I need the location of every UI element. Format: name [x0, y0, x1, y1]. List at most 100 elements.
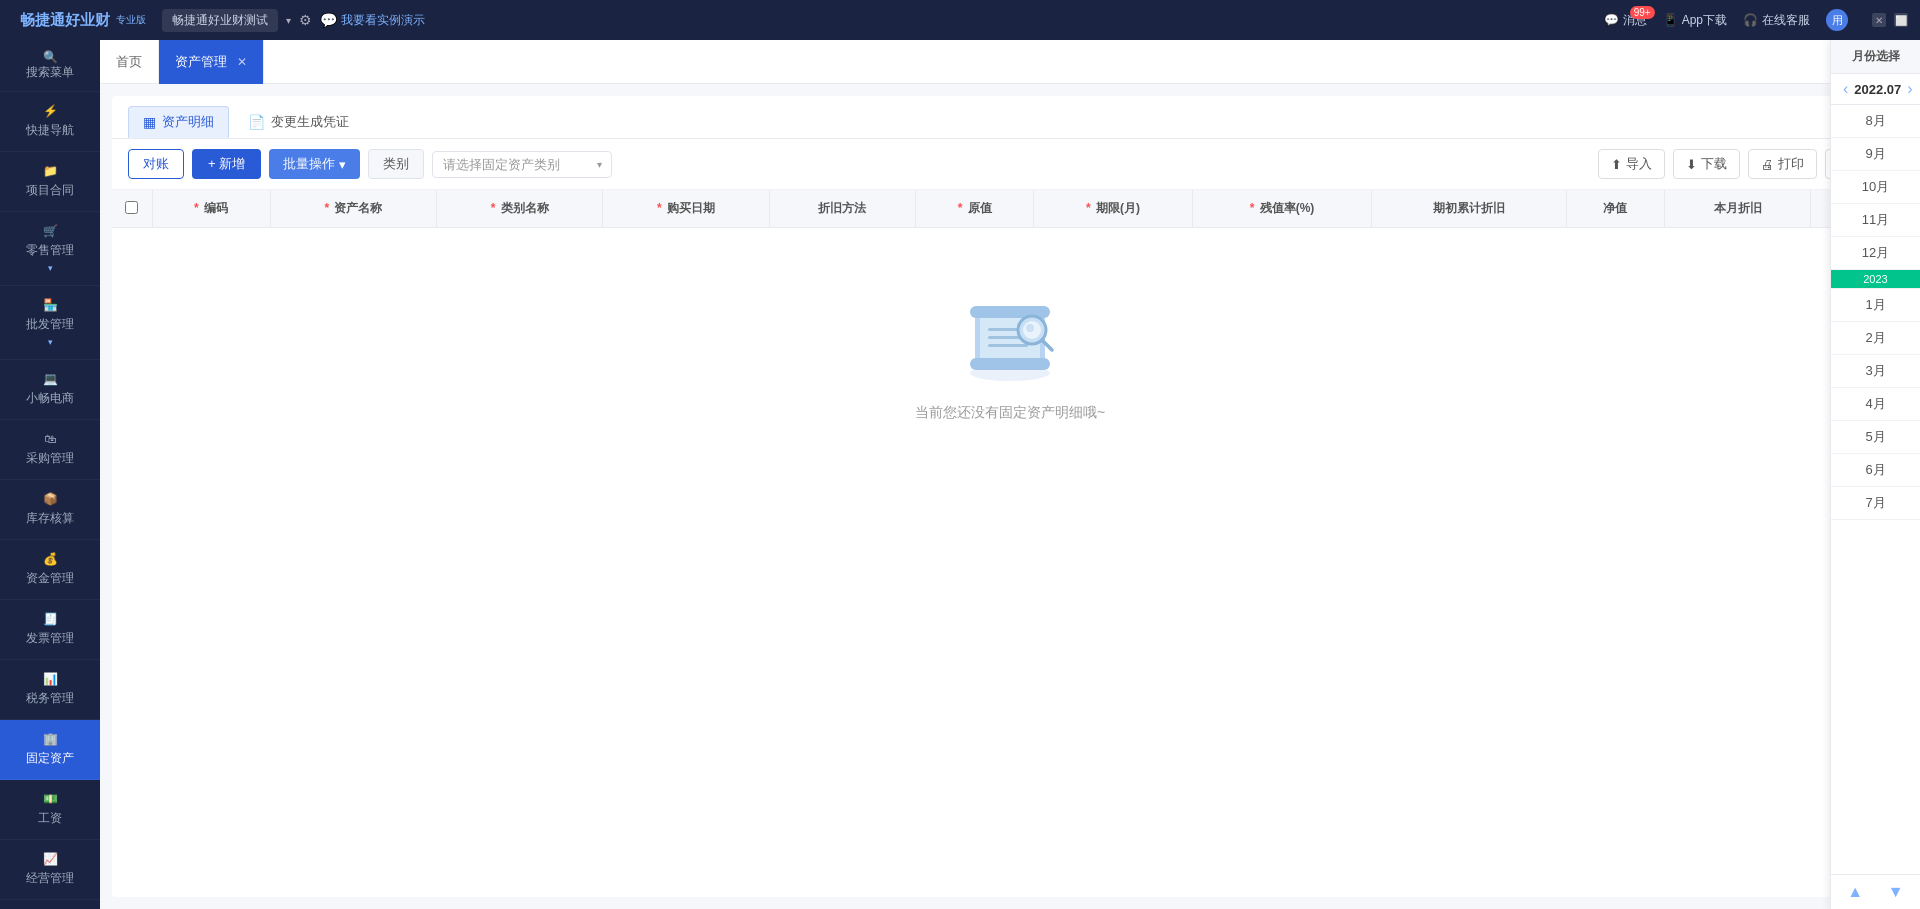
month-item-5[interactable]: 5月 [1831, 421, 1920, 454]
sidebar-item-purchase[interactable]: 🛍 采购管理 [0, 420, 100, 480]
print-button[interactable]: 🖨 打印 [1748, 149, 1817, 179]
sidebar-item-tax[interactable]: 📊 税务管理 [0, 660, 100, 720]
fund-icon: 💰 [43, 552, 58, 566]
col-name: * 资产名称 [270, 190, 436, 228]
sidebar-item-invoice[interactable]: 🧾 发票管理 [0, 600, 100, 660]
maximize-window-button[interactable]: ⬜ [1894, 13, 1908, 27]
window-controls: ✕ ⬜ [1872, 13, 1908, 27]
invoice-icon: 🧾 [43, 612, 58, 626]
tax-icon: 📊 [43, 672, 58, 686]
month-item-1[interactable]: 1月 [1831, 289, 1920, 322]
table-container: * 编码 * 资产名称 * 类别名称 [112, 190, 1908, 897]
reconcile-button[interactable]: 对账 [128, 149, 184, 179]
month-item-8[interactable]: 8月 [1831, 105, 1920, 138]
top-bar-right: 💬 消息 99+ 📱 App下载 🎧 在线客服 用 ✕ ⬜ [1604, 9, 1908, 31]
company-dropdown-arrow[interactable]: ▾ [286, 15, 291, 26]
settings-icon[interactable]: ⚙ [299, 12, 312, 28]
month-item-10[interactable]: 10月 [1831, 171, 1920, 204]
svg-rect-4 [970, 358, 1050, 370]
month-picker-list: 8月 9月 10月 11月 12月 2023 1月 2月 3月 4月 5月 6月… [1831, 105, 1920, 874]
import-button[interactable]: ⬆ 导入 [1598, 149, 1665, 179]
col-depreciation-method: 折旧方法 [769, 190, 915, 228]
add-button[interactable]: + 新增 [192, 149, 261, 179]
search-icon: 🔍 [43, 50, 58, 64]
operations-icon: 📈 [43, 852, 58, 866]
month-picker-header: 月份选择 [1831, 40, 1920, 74]
col-period: * 期限(月) [1034, 190, 1192, 228]
prev-year-arrow[interactable]: ‹ [1837, 78, 1854, 100]
month-item-4[interactable]: 4月 [1831, 388, 1920, 421]
col-checkbox [112, 190, 152, 228]
select-all-checkbox[interactable] [125, 201, 138, 214]
download-icon: ⬇ [1686, 157, 1697, 172]
message-button[interactable]: 💬 消息 99+ [1604, 12, 1647, 29]
sidebar-search-label: 搜索菜单 [8, 64, 92, 81]
scroll-down-arrow[interactable]: ▼ [1882, 881, 1910, 903]
sidebar-item-retail[interactable]: 🛒 零售管理 ▾ [0, 212, 100, 286]
assets-table: * 编码 * 资产名称 * 类别名称 [112, 190, 1908, 228]
sidebar-item-label: 税务管理 [26, 690, 74, 707]
tab-assets[interactable]: 资产管理 ✕ [159, 40, 264, 84]
project-icon: 📁 [43, 164, 58, 178]
sidebar-item-label: 工资 [38, 810, 62, 827]
month-item-11[interactable]: 11月 [1831, 204, 1920, 237]
tab-home[interactable]: 首页 [100, 40, 159, 84]
sidebar-item-quick-nav[interactable]: ⚡ 快捷导航 [0, 92, 100, 152]
sidebar-item-operations[interactable]: 📈 经营管理 [0, 840, 100, 900]
category-label: 类别 [368, 149, 424, 179]
sub-tab-voucher[interactable]: 📄 变更生成凭证 [233, 106, 364, 138]
sidebar-item-label: 发票管理 [26, 630, 74, 647]
app-download-button[interactable]: 📱 App下载 [1663, 12, 1727, 29]
month-item-9[interactable]: 9月 [1831, 138, 1920, 171]
sidebar-item-label: 项目合同 [26, 182, 74, 199]
col-accumulated-depreciation: 期初累计折旧 [1372, 190, 1566, 228]
quick-nav-icon: ⚡ [43, 104, 58, 118]
demo-link[interactable]: 💬 我要看实例演示 [320, 12, 425, 29]
sidebar-item-ecommerce[interactable]: 💻 小畅电商 [0, 360, 100, 420]
year-2023-badge: 2023 [1831, 270, 1920, 289]
sidebar-item-payroll[interactable]: 💵 工资 [0, 780, 100, 840]
table-header-row: * 编码 * 资产名称 * 类别名称 [112, 190, 1908, 228]
month-item-3[interactable]: 3月 [1831, 355, 1920, 388]
detail-tab-icon: ▦ [143, 114, 156, 130]
sidebar-item-label: 采购管理 [26, 450, 74, 467]
batch-operation-button[interactable]: 批量操作 ▾ [269, 149, 360, 179]
sidebar-item-fund[interactable]: 💰 资金管理 [0, 540, 100, 600]
voucher-tab-icon: 📄 [248, 114, 265, 130]
sidebar-item-label: 小畅电商 [26, 390, 74, 407]
month-item-7[interactable]: 7月 [1831, 487, 1920, 520]
message-icon: 💬 [1604, 13, 1619, 27]
category-select-wrapper: 请选择固定资产类别 ▾ [432, 151, 612, 178]
next-year-arrow[interactable]: › [1901, 78, 1918, 100]
company-selector[interactable]: 畅捷通好业财测试 [162, 9, 278, 32]
month-item-6[interactable]: 6月 [1831, 454, 1920, 487]
empty-illustration [950, 288, 1070, 388]
online-service-button[interactable]: 🎧 在线客服 [1743, 12, 1810, 29]
category-select[interactable]: 请选择固定资产类别 [432, 151, 612, 178]
empty-state: 当前您还没有固定资产明细哦~ [112, 228, 1908, 482]
print-icon: 🖨 [1761, 157, 1774, 172]
tab-label: 资产管理 [175, 53, 227, 71]
import-icon: ⬆ [1611, 157, 1622, 172]
sidebar-item-wholesale[interactable]: 🏪 批发管理 ▾ [0, 286, 100, 360]
sidebar-item-label: 库存核算 [26, 510, 74, 527]
sidebar-item-ledger[interactable]: 📒 总账管理 [0, 900, 100, 909]
sub-tab-detail[interactable]: ▦ 资产明细 [128, 106, 229, 138]
user-avatar[interactable]: 用 [1826, 9, 1848, 31]
ecommerce-icon: 💻 [43, 372, 58, 386]
sidebar-item-assets[interactable]: 🏢 固定资产 [0, 720, 100, 780]
tab-close-icon[interactable]: ✕ [237, 55, 247, 69]
top-bar: 畅捷通好业财 专业版 畅捷通好业财测试 ▾ ⚙ 💬 我要看实例演示 💬 消息 9… [0, 0, 1920, 40]
sidebar-search-menu[interactable]: 🔍 搜索菜单 [0, 40, 100, 92]
sidebar-item-inventory[interactable]: 📦 库存核算 [0, 480, 100, 540]
month-item-12[interactable]: 12月 [1831, 237, 1920, 270]
scroll-up-arrow[interactable]: ▲ [1841, 881, 1869, 903]
close-window-button[interactable]: ✕ [1872, 13, 1886, 27]
batch-arrow-icon: ▾ [339, 157, 346, 172]
col-original-value: * 原值 [916, 190, 1034, 228]
month-picker-panel: 月份选择 ‹ 2022.07 › 8月 9月 10月 11月 12月 2023 … [1830, 40, 1920, 909]
col-category: * 类别名称 [437, 190, 603, 228]
month-item-2[interactable]: 2月 [1831, 322, 1920, 355]
download-button[interactable]: ⬇ 下载 [1673, 149, 1740, 179]
sidebar-item-project[interactable]: 📁 项目合同 [0, 152, 100, 212]
